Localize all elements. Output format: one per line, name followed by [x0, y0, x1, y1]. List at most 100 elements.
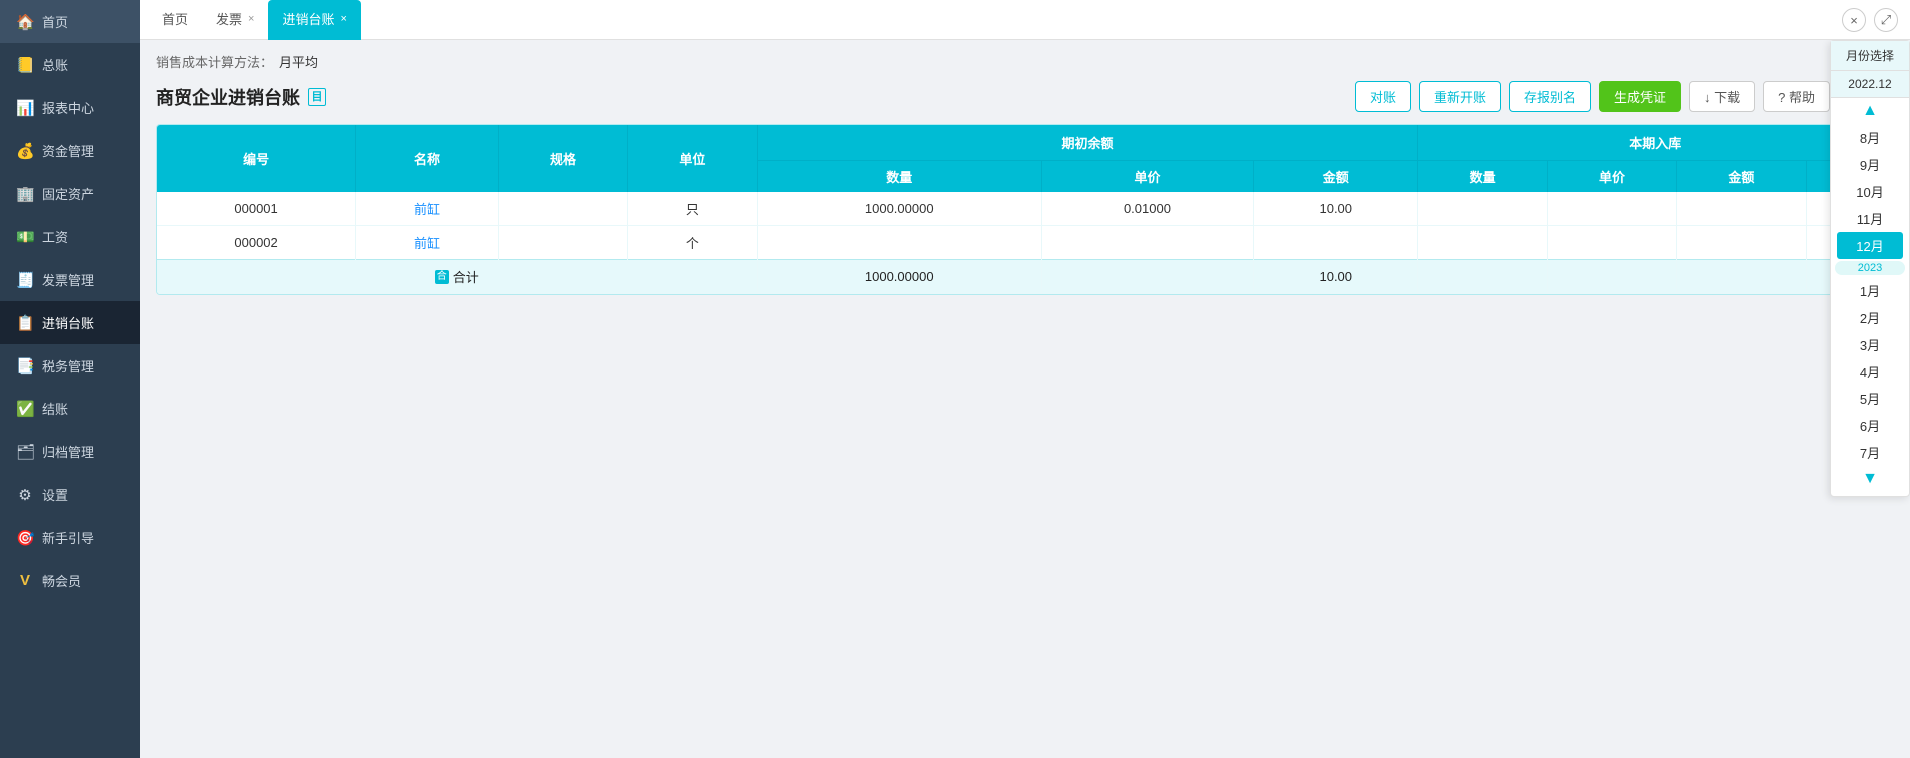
cell-rk-price — [1547, 192, 1676, 226]
sidebar-item-salary[interactable]: 💵 工资 — [0, 215, 140, 258]
month-3[interactable]: 3月 — [1831, 331, 1909, 358]
total-rk-qty — [1418, 260, 1547, 294]
total-qi-qty: 1000.00000 — [757, 260, 1041, 294]
cost-method-bar: 销售成本计算方法： 月平均 — [156, 52, 1894, 71]
cell-id: 000002 — [157, 226, 356, 260]
cell-qi-qty: 1000.00000 — [757, 192, 1041, 226]
tab-invoice-close[interactable]: × — [248, 13, 254, 25]
sidebar-item-invoice-mgmt[interactable]: 🧾 发票管理 — [0, 258, 140, 301]
sidebar-item-label: 固定资产 — [42, 184, 94, 203]
month-2[interactable]: 2月 — [1831, 304, 1909, 331]
total-row: 合 合计 1000.00000 10.00 — [157, 260, 1893, 294]
cell-qi-qty — [757, 226, 1041, 260]
sidebar-item-report[interactable]: 📊 报表中心 — [0, 86, 140, 129]
funds-icon: 💰 — [16, 142, 34, 160]
month-10[interactable]: 10月 — [1831, 178, 1909, 205]
report-icon: 📊 — [16, 99, 34, 117]
generate-button[interactable]: 生成凭证 — [1599, 81, 1681, 112]
checkout-icon: ✅ — [16, 400, 34, 418]
sidebar-item-ledger[interactable]: 📒 总账 — [0, 43, 140, 86]
page-title-text: 商贸企业进销台账 — [156, 84, 300, 110]
download-button[interactable]: ↓ 下载 — [1689, 81, 1755, 112]
sidebar-item-funds[interactable]: 💰 资金管理 — [0, 129, 140, 172]
table-row: 000001 前缸 只 1000.00000 0.01000 10.00 — [157, 192, 1893, 226]
sidebar-item-assets[interactable]: 🏢 固定资产 — [0, 172, 140, 215]
ledger-icon: 📒 — [16, 56, 34, 74]
sidebar-item-vip[interactable]: V 畅会员 — [0, 559, 140, 602]
assets-icon: 🏢 — [16, 185, 34, 203]
sidebar-item-checkout[interactable]: ✅ 结账 — [0, 387, 140, 430]
col-sub-qi-price: 单价 — [1041, 161, 1253, 193]
scroll-down-arrow[interactable]: ▼ — [1831, 466, 1909, 492]
help-button[interactable]: ? 帮助 — [1763, 81, 1830, 112]
sidebar-item-label: 进销台账 — [42, 313, 94, 332]
sidebar-item-home[interactable]: 🏠 首页 — [0, 0, 140, 43]
sidebar-item-tax[interactable]: 📑 税务管理 — [0, 344, 140, 387]
sidebar-item-purchase-sales[interactable]: 📋 进销台账 — [0, 301, 140, 344]
table-row: 000002 前缸 个 — [157, 226, 1893, 260]
edit-title-icon[interactable]: 目 — [308, 88, 326, 106]
savename-button[interactable]: 存报别名 — [1509, 81, 1591, 112]
month-4[interactable]: 4月 — [1831, 358, 1909, 385]
total-rk-price — [1547, 260, 1676, 294]
window-controls: × ⤢ — [1842, 8, 1898, 32]
tab-invoice[interactable]: 发票 × — [202, 0, 268, 40]
cell-unit: 个 — [628, 226, 757, 260]
sidebar-item-label: 发票管理 — [42, 270, 94, 289]
tab-purchase-sales-label: 进销台账 — [282, 9, 334, 28]
month-1[interactable]: 1月 — [1831, 277, 1909, 304]
tab-purchase-sales-close[interactable]: × — [340, 13, 346, 25]
close-button[interactable]: × — [1842, 8, 1866, 32]
col-header-qichu: 期初余额 — [757, 125, 1418, 161]
toolbar-buttons: 对账 重新开账 存报别名 生成凭证 ↓ 下载 ? 帮助 刷新 — [1355, 81, 1894, 112]
cell-rk-price — [1547, 226, 1676, 260]
total-icon: 合 — [435, 270, 449, 284]
sidebar-item-label: 设置 — [42, 485, 68, 504]
sidebar-item-label: 新手引导 — [42, 528, 94, 547]
reopen-button[interactable]: 重新开账 — [1419, 81, 1501, 112]
month-5[interactable]: 5月 — [1831, 385, 1909, 412]
col-sub-qi-qty: 数量 — [757, 161, 1041, 193]
month-6[interactable]: 6月 — [1831, 412, 1909, 439]
cell-name: 前缸 — [356, 192, 499, 226]
ledger-table: 编号 名称 规格 单位 期初余额 本期入库 数量 单价 金额 数量 单价 金额 — [157, 125, 1893, 294]
month-8[interactable]: 8月 — [1831, 124, 1909, 151]
col-header-bqrk: 本期入库 — [1418, 125, 1893, 161]
cell-qi-amount: 10.00 — [1254, 192, 1418, 226]
tab-purchase-sales[interactable]: 进销台账 × — [268, 0, 360, 40]
cell-rk-amount — [1677, 192, 1806, 226]
month-panel-year: 2022.12 — [1831, 71, 1909, 98]
sidebar-item-label: 资金管理 — [42, 141, 94, 160]
month-9[interactable]: 9月 — [1831, 151, 1909, 178]
month-panel: 月份选择 2022.12 ▲ 8月 9月 10月 11月 12月 2023 1月… — [1830, 40, 1910, 497]
sidebar-item-label: 畅会员 — [42, 571, 81, 590]
main-area: 首页 发票 × 进销台账 × 销售成本计算方法： 月平均 商贸企业进销台账 目 … — [140, 0, 1910, 758]
vip-icon: V — [16, 572, 34, 589]
cost-method-value: 月平均 — [279, 52, 318, 71]
content-area: 销售成本计算方法： 月平均 商贸企业进销台账 目 对账 重新开账 存报别名 生成… — [140, 40, 1910, 758]
archive-icon: 🗂 — [16, 443, 34, 461]
cell-qi-price — [1041, 226, 1253, 260]
tab-invoice-label: 发票 — [216, 9, 242, 28]
sidebar-item-label: 报表中心 — [42, 98, 94, 117]
sidebar-item-label: 结账 — [42, 399, 68, 418]
settings-icon: ⚙ — [16, 486, 34, 504]
cell-qi-amount — [1254, 226, 1418, 260]
tab-home[interactable]: 首页 — [148, 0, 202, 40]
page-title: 商贸企业进销台账 目 — [156, 84, 326, 110]
sidebar-item-archive[interactable]: 🗂 归档管理 — [0, 430, 140, 473]
scroll-up-arrow[interactable]: ▲ — [1831, 98, 1909, 124]
cell-id: 000001 — [157, 192, 356, 226]
month-11[interactable]: 11月 — [1831, 205, 1909, 232]
cell-unit: 只 — [628, 192, 757, 226]
cell-qi-price: 0.01000 — [1041, 192, 1253, 226]
cell-spec — [498, 226, 627, 260]
sidebar-item-guide[interactable]: 🎯 新手引导 — [0, 516, 140, 559]
month-12[interactable]: 12月 — [1837, 232, 1903, 259]
tab-bar: 首页 发票 × 进销台账 × — [140, 0, 1910, 40]
sidebar-item-settings[interactable]: ⚙ 设置 — [0, 473, 140, 516]
duizhang-button[interactable]: 对账 — [1355, 81, 1411, 112]
cell-rk-qty — [1418, 192, 1547, 226]
maximize-button[interactable]: ⤢ — [1874, 8, 1898, 32]
month-7[interactable]: 7月 — [1831, 439, 1909, 466]
